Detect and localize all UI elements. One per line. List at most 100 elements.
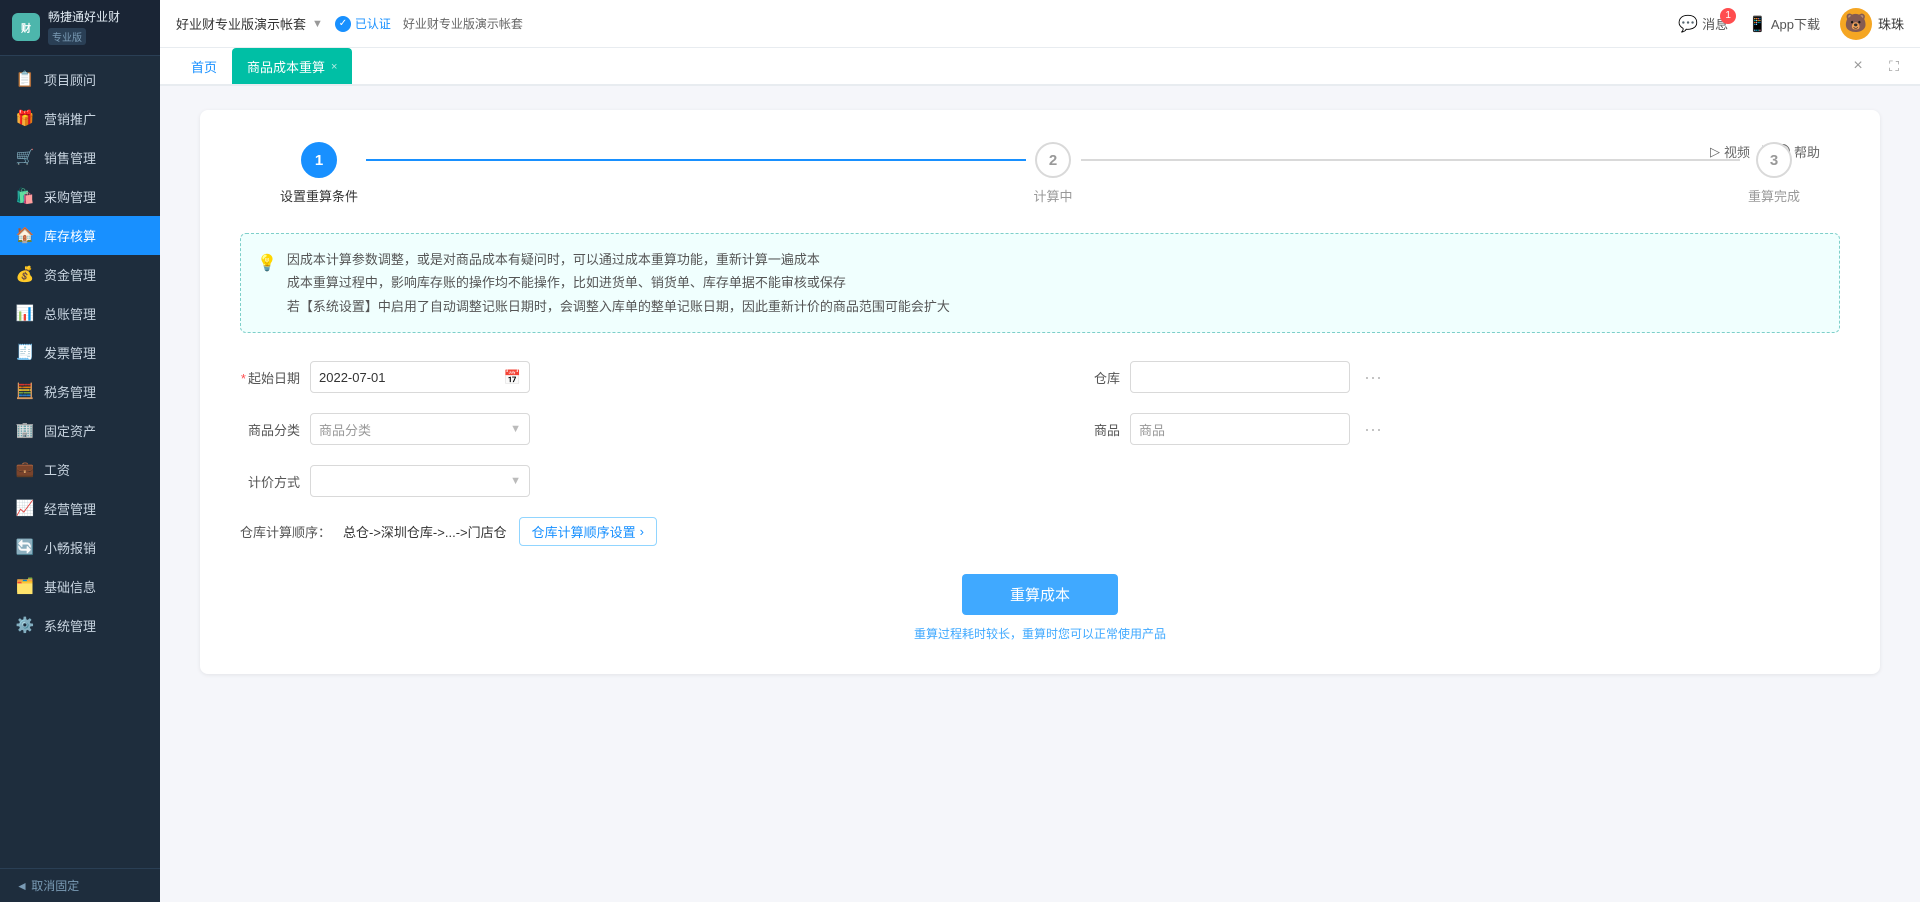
warehouse-order-row: 仓库计算顺序： 总仓->深圳仓库->...->门店仓 仓库计算顺序设置 › [240,517,1840,546]
sidebar-item-project[interactable]: 📋 项目顾问 [0,60,160,99]
page-content: ▷ 视频 ? 帮助 1 设置重算条件 [160,86,1920,902]
sidebar-item-management[interactable]: 📈 经营管理 [0,489,160,528]
app-subtitle: 专业版 [48,28,86,45]
info-box: 💡 因成本计算参数调整，或是对商品成本有疑问时，可以通过成本重算功能，重新计算一… [240,233,1840,333]
step-1: 1 设置重算条件 [280,142,358,205]
category-dropdown-icon: ▼ [510,423,521,435]
message-badge: 1 [1720,8,1736,24]
app-download-button[interactable]: 📱 App下载 [1748,14,1820,33]
step-2-circle: 2 [1035,142,1071,178]
goods-input[interactable]: 商品 [1130,413,1350,445]
recalc-button[interactable]: 重算成本 [962,574,1118,615]
price-method-select[interactable]: ▼ [310,465,530,497]
form-row-1: *起始日期 2022-07-01 📅 仓库 ··· [240,361,1840,393]
accounting-icon: 📊 [16,304,34,322]
warehouse-order-settings-button[interactable]: 仓库计算顺序设置 › [519,517,657,546]
basic-icon: 🗂️ [16,577,34,595]
sidebar-item-finance[interactable]: 💰 资金管理 [0,255,160,294]
category-select[interactable]: 商品分类 ▼ [310,413,530,445]
sidebar-pin-toggle[interactable]: ◄ 取消固定 [0,868,160,902]
main-area: 好业财专业版演示帐套 ▼ ✓ 已认证 好业财专业版演示帐套 💬 消息 1 📱 A… [160,0,1920,902]
sidebar-item-salary[interactable]: 💼 工资 [0,450,160,489]
sidebar-item-purchase[interactable]: 🛍️ 采购管理 [0,177,160,216]
step-1-label: 设置重算条件 [280,186,358,205]
sidebar-item-assets[interactable]: 🏢 固定资产 [0,411,160,450]
window-controls: × ⛶ [1832,48,1920,85]
expand-button[interactable]: ⛶ [1880,52,1908,80]
warehouse-input[interactable] [1130,361,1350,393]
goods-group: 商品 商品 ··· [1060,413,1840,445]
warehouse-group: 仓库 ··· [1060,361,1840,393]
user-menu[interactable]: 🐻 珠珠 [1840,8,1904,40]
start-date-label: *起始日期 [240,368,300,387]
category-group: 商品分类 商品分类 ▼ [240,413,1020,445]
info-line-2: 成本重算过程中，影响库存账的操作均不能操作，比如进货单、销货单、库存单据不能审核… [287,271,950,294]
account-dropdown-icon: ▼ [312,18,323,30]
goods-label: 商品 [1060,420,1120,439]
calendar-icon: 📅 [504,369,521,386]
form-row-3: 计价方式 ▼ [240,465,1840,497]
topbar-actions: 💬 消息 1 📱 App下载 🐻 珠珠 [1678,8,1904,40]
project-icon: 📋 [16,70,34,88]
sales-icon: 🛒 [16,148,34,166]
sidebar-item-basic[interactable]: 🗂️ 基础信息 [0,567,160,606]
sidebar-header: 财 畅捷通好业财 专业版 [0,0,160,56]
warehouse-order-label: 仓库计算顺序： [240,522,331,541]
app-title: 畅捷通好业财 [48,10,120,26]
price-method-dropdown-icon: ▼ [510,475,521,487]
price-method-group: 计价方式 ▼ [240,465,1020,497]
sidebar-item-sales[interactable]: 🛒 销售管理 [0,138,160,177]
tab-close-icon[interactable]: × [331,61,337,73]
sidebar-nav: 📋 项目顾问 🎁 营销推广 🛒 销售管理 🛍️ 采购管理 🏠 库存核算 💰 资金… [0,56,160,868]
info-line-1: 因成本计算参数调整，或是对商品成本有疑问时，可以通过成本重算功能，重新计算一遍成… [287,248,950,271]
steps-indicator: 1 设置重算条件 2 计算中 3 重算完成 [240,142,1840,205]
warehouse-order-value: 总仓->深圳仓库->...->门店仓 [343,522,507,541]
close-button[interactable]: × [1844,52,1872,80]
sidebar-item-inventory[interactable]: 🏠 库存核算 [0,216,160,255]
salary-icon: 💼 [16,460,34,478]
app-logo: 财 [12,13,40,41]
tax-icon: 🧮 [16,382,34,400]
step-line-2 [1081,159,1740,161]
message-button[interactable]: 💬 消息 1 [1678,14,1728,34]
goods-more-button[interactable]: ··· [1360,419,1386,440]
warehouse-more-button[interactable]: ··· [1360,367,1386,388]
start-date-value: 2022-07-01 [319,370,496,385]
start-date-group: *起始日期 2022-07-01 📅 [240,361,1020,393]
message-icon: 💬 [1678,14,1698,34]
sidebar-item-marketing[interactable]: 🎁 营销推广 [0,99,160,138]
topbar: 好业财专业版演示帐套 ▼ ✓ 已认证 好业财专业版演示帐套 💬 消息 1 📱 A… [160,0,1920,48]
sidebar-item-system[interactable]: ⚙️ 系统管理 [0,606,160,645]
sidebar-item-accounting[interactable]: 📊 总账管理 [0,294,160,333]
topbar-account-detail: 好业财专业版演示帐套 [403,15,523,32]
management-icon: 📈 [16,499,34,517]
sidebar-item-tax[interactable]: 🧮 税务管理 [0,372,160,411]
tab-home[interactable]: 首页 [176,48,232,84]
info-line-3: 若【系统设置】中启用了自动调整记账日期时，会调整入库单的整单记账日期，因此重新计… [287,295,950,318]
expense-icon: 🔄 [16,538,34,556]
step-3-circle: 3 [1756,142,1792,178]
warehouse-label: 仓库 [1060,368,1120,387]
start-date-input[interactable]: 2022-07-01 📅 [310,361,530,393]
invoice-icon: 🧾 [16,343,34,361]
step-3-label: 重算完成 [1748,186,1800,205]
step-2-label: 计算中 [1034,186,1073,205]
info-icon: 💡 [257,250,277,318]
step-1-circle: 1 [301,142,337,178]
inventory-icon: 🏠 [16,226,34,244]
step-3: 3 重算完成 [1748,142,1800,205]
tabs-bar: 首页 商品成本重算 × [160,48,1832,85]
category-label: 商品分类 [240,420,300,439]
finance-icon: 💰 [16,265,34,283]
account-selector[interactable]: 好业财专业版演示帐套 ▼ [176,14,323,33]
sidebar: 财 畅捷通好业财 专业版 📋 项目顾问 🎁 营销推广 🛒 销售管理 🛍️ 采购管… [0,0,160,902]
avatar: 🐻 [1840,8,1872,40]
tab-cost-recalc[interactable]: 商品成本重算 × [232,48,352,84]
sidebar-item-invoice[interactable]: 🧾 发票管理 [0,333,160,372]
form-row-2: 商品分类 商品分类 ▼ 商品 商品 ··· [240,413,1840,445]
marketing-icon: 🎁 [16,109,34,127]
sidebar-item-expense[interactable]: 🔄 小畅报销 [0,528,160,567]
assets-icon: 🏢 [16,421,34,439]
price-method-label: 计价方式 [240,472,300,491]
main-card: ▷ 视频 ? 帮助 1 设置重算条件 [200,110,1880,674]
